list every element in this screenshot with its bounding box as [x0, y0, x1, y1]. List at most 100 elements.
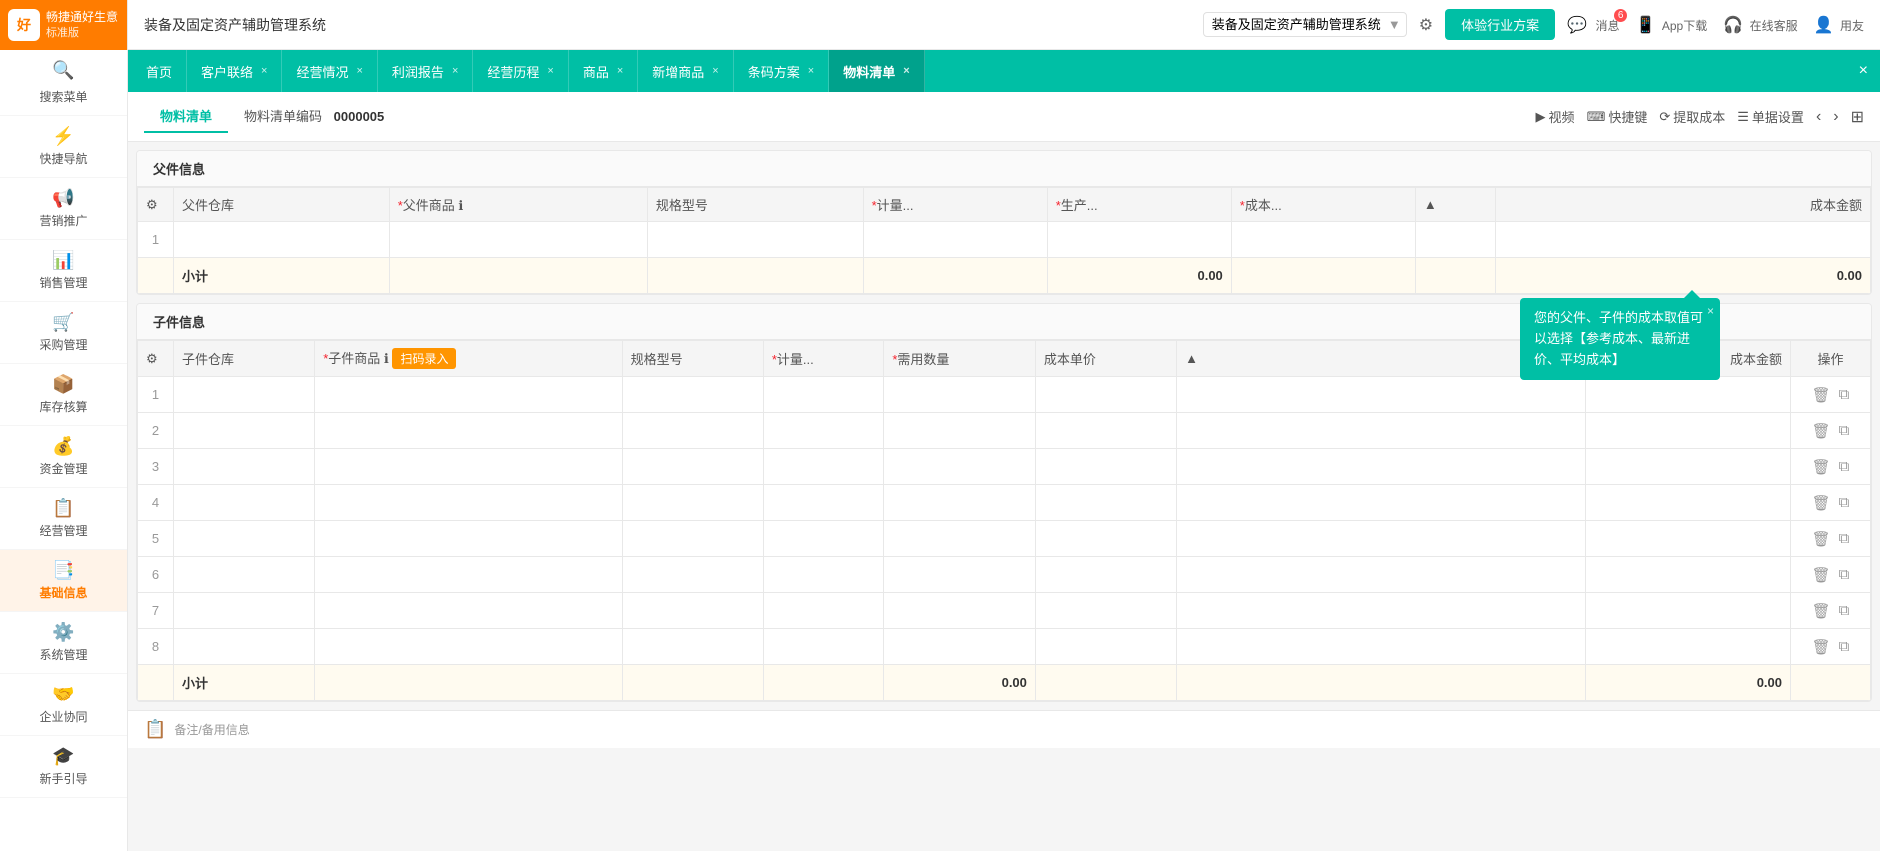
child-row-5-amount[interactable] — [1586, 521, 1791, 557]
delete-row-7-icon[interactable]: 🗑 — [1812, 602, 1831, 620]
system-selector[interactable]: 装备及固定资产辅助管理系统 ▼ — [1203, 12, 1407, 37]
child-row-7-amount[interactable] — [1586, 593, 1791, 629]
child-row-1-qty[interactable] — [884, 377, 1036, 413]
child-row-2-spec[interactable] — [622, 413, 763, 449]
child-row-3-unit-cost[interactable] — [1035, 449, 1176, 485]
parent-col-gear[interactable]: ⚙ — [138, 188, 174, 222]
online-service-link[interactable]: 🎧 在线客服 — [1723, 15, 1797, 35]
sub-tab-bom-list[interactable]: 物料清单 — [144, 100, 228, 133]
delete-row-2-icon[interactable]: 🗑 — [1812, 422, 1831, 440]
settings-icon[interactable]: ⚙ — [1419, 15, 1433, 35]
child-row-1-spec[interactable] — [622, 377, 763, 413]
view-btn[interactable]: ▶ 视频 — [1536, 107, 1575, 126]
delete-row-1-icon[interactable]: 🗑 — [1812, 386, 1831, 404]
child-row-1-unit[interactable] — [763, 377, 884, 413]
parent-row-1-amount[interactable] — [1495, 222, 1870, 258]
child-row-2-unit-cost[interactable] — [1035, 413, 1176, 449]
delete-row-6-icon[interactable]: 🗑 — [1812, 566, 1831, 584]
child-row-4-goods[interactable] — [315, 485, 622, 521]
single-setting-btn[interactable]: ☰ 单据设置 — [1737, 107, 1804, 126]
child-row-2-amount[interactable] — [1586, 413, 1791, 449]
child-row-3-unit[interactable] — [763, 449, 884, 485]
sidebar-item-marketing[interactable]: 📢 营销推广 — [0, 178, 127, 240]
close-profit-tab[interactable]: × — [452, 65, 458, 77]
sidebar-item-system[interactable]: ⚙️ 系统管理 — [0, 612, 127, 674]
user-avatar[interactable]: 👤 用友 — [1814, 15, 1864, 35]
sidebar-item-search[interactable]: 🔍 搜索菜单 — [0, 50, 127, 116]
parent-row-1-unit[interactable] — [863, 222, 1047, 258]
close-goods-tab[interactable]: × — [617, 65, 623, 77]
tab-profit[interactable]: 利润报告 × — [378, 50, 473, 92]
close-bom-tab[interactable]: × — [903, 65, 909, 77]
child-row-4-unit-cost[interactable] — [1035, 485, 1176, 521]
child-row-3-spec[interactable] — [622, 449, 763, 485]
child-col-gear[interactable]: ⚙ — [138, 341, 174, 377]
tab-history[interactable]: 经营历程 × — [473, 50, 568, 92]
child-row-1-amount[interactable] — [1586, 377, 1791, 413]
tooltip-close-btn[interactable]: × — [1707, 302, 1714, 321]
copy-row-4-icon[interactable]: ⧉ — [1839, 494, 1850, 512]
delete-row-5-icon[interactable]: 🗑 — [1812, 530, 1831, 548]
scan-input-btn[interactable]: 扫码录入 — [392, 348, 456, 369]
child-row-7-warehouse[interactable] — [174, 593, 315, 629]
next-btn[interactable]: › — [1833, 108, 1838, 126]
sidebar-item-purchase[interactable]: 🛒 采购管理 — [0, 302, 127, 364]
child-row-5-qty[interactable] — [884, 521, 1036, 557]
tab-operation-status[interactable]: 经营情况 × — [282, 50, 377, 92]
child-row-1-goods[interactable] — [315, 377, 622, 413]
parent-row-1-goods[interactable] — [389, 222, 647, 258]
close-all-tabs-btn[interactable]: × — [1851, 62, 1876, 80]
child-row-5-unit-cost[interactable] — [1035, 521, 1176, 557]
child-row-6-unit-cost[interactable] — [1035, 557, 1176, 593]
child-row-5-spec[interactable] — [622, 521, 763, 557]
experience-button[interactable]: 体验行业方案 — [1445, 9, 1555, 40]
child-row-4-amount[interactable] — [1586, 485, 1791, 521]
app-download-link[interactable]: 📱 App下载 — [1635, 15, 1707, 35]
child-row-7-goods[interactable] — [315, 593, 622, 629]
copy-row-6-icon[interactable]: ⧉ — [1839, 566, 1850, 584]
copy-row-3-icon[interactable]: ⧉ — [1839, 458, 1850, 476]
child-row-7-qty[interactable] — [884, 593, 1036, 629]
child-row-7-spec[interactable] — [622, 593, 763, 629]
sidebar-item-quick-nav[interactable]: ⚡ 快捷导航 — [0, 116, 127, 178]
child-row-6-unit[interactable] — [763, 557, 884, 593]
child-row-8-spec[interactable] — [622, 629, 763, 665]
child-row-4-warehouse[interactable] — [174, 485, 315, 521]
close-barcode-tab[interactable]: × — [808, 65, 814, 77]
delete-row-8-icon[interactable]: 🗑 — [1812, 638, 1831, 656]
tab-bom[interactable]: 物料清单 × — [829, 50, 924, 92]
child-row-8-qty[interactable] — [884, 629, 1036, 665]
child-row-2-unit[interactable] — [763, 413, 884, 449]
child-row-4-qty[interactable] — [884, 485, 1036, 521]
system-select[interactable]: 装备及固定资产辅助管理系统 — [1203, 12, 1407, 37]
sidebar-item-collab[interactable]: 🤝 企业协同 — [0, 674, 127, 736]
parent-row-1-warehouse[interactable] — [174, 222, 390, 258]
extract-cost-btn[interactable]: ⟳ 提取成本 — [1659, 107, 1725, 126]
tab-barcode[interactable]: 条码方案 × — [734, 50, 829, 92]
child-row-7-unit[interactable] — [763, 593, 884, 629]
sidebar-item-inventory[interactable]: 📦 库存核算 — [0, 364, 127, 426]
child-row-5-warehouse[interactable] — [174, 521, 315, 557]
child-row-6-spec[interactable] — [622, 557, 763, 593]
copy-row-2-icon[interactable]: ⧉ — [1839, 422, 1850, 440]
sidebar-item-operation[interactable]: 📋 经营管理 — [0, 488, 127, 550]
sub-tab-bom-code[interactable]: 物料清单编码 0000005 — [228, 100, 400, 133]
close-operation-tab[interactable]: × — [356, 65, 362, 77]
copy-row-5-icon[interactable]: ⧉ — [1839, 530, 1850, 548]
child-row-1-unit-cost[interactable] — [1035, 377, 1176, 413]
child-row-7-unit-cost[interactable] — [1035, 593, 1176, 629]
child-row-4-unit[interactable] — [763, 485, 884, 521]
child-row-6-goods[interactable] — [315, 557, 622, 593]
child-row-5-unit[interactable] — [763, 521, 884, 557]
sidebar-item-sales[interactable]: 📊 销售管理 — [0, 240, 127, 302]
delete-row-4-icon[interactable]: 🗑 — [1812, 494, 1831, 512]
child-row-6-amount[interactable] — [1586, 557, 1791, 593]
tab-home[interactable]: 首页 — [132, 50, 187, 92]
copy-row-8-icon[interactable]: ⧉ — [1839, 638, 1850, 656]
child-row-2-qty[interactable] — [884, 413, 1036, 449]
close-add-goods-tab[interactable]: × — [712, 65, 718, 77]
copy-row-1-icon[interactable]: ⧉ — [1839, 386, 1850, 404]
parent-row-1-produce[interactable] — [1047, 222, 1231, 258]
copy-row-7-icon[interactable]: ⧉ — [1839, 602, 1850, 620]
child-row-6-qty[interactable] — [884, 557, 1036, 593]
